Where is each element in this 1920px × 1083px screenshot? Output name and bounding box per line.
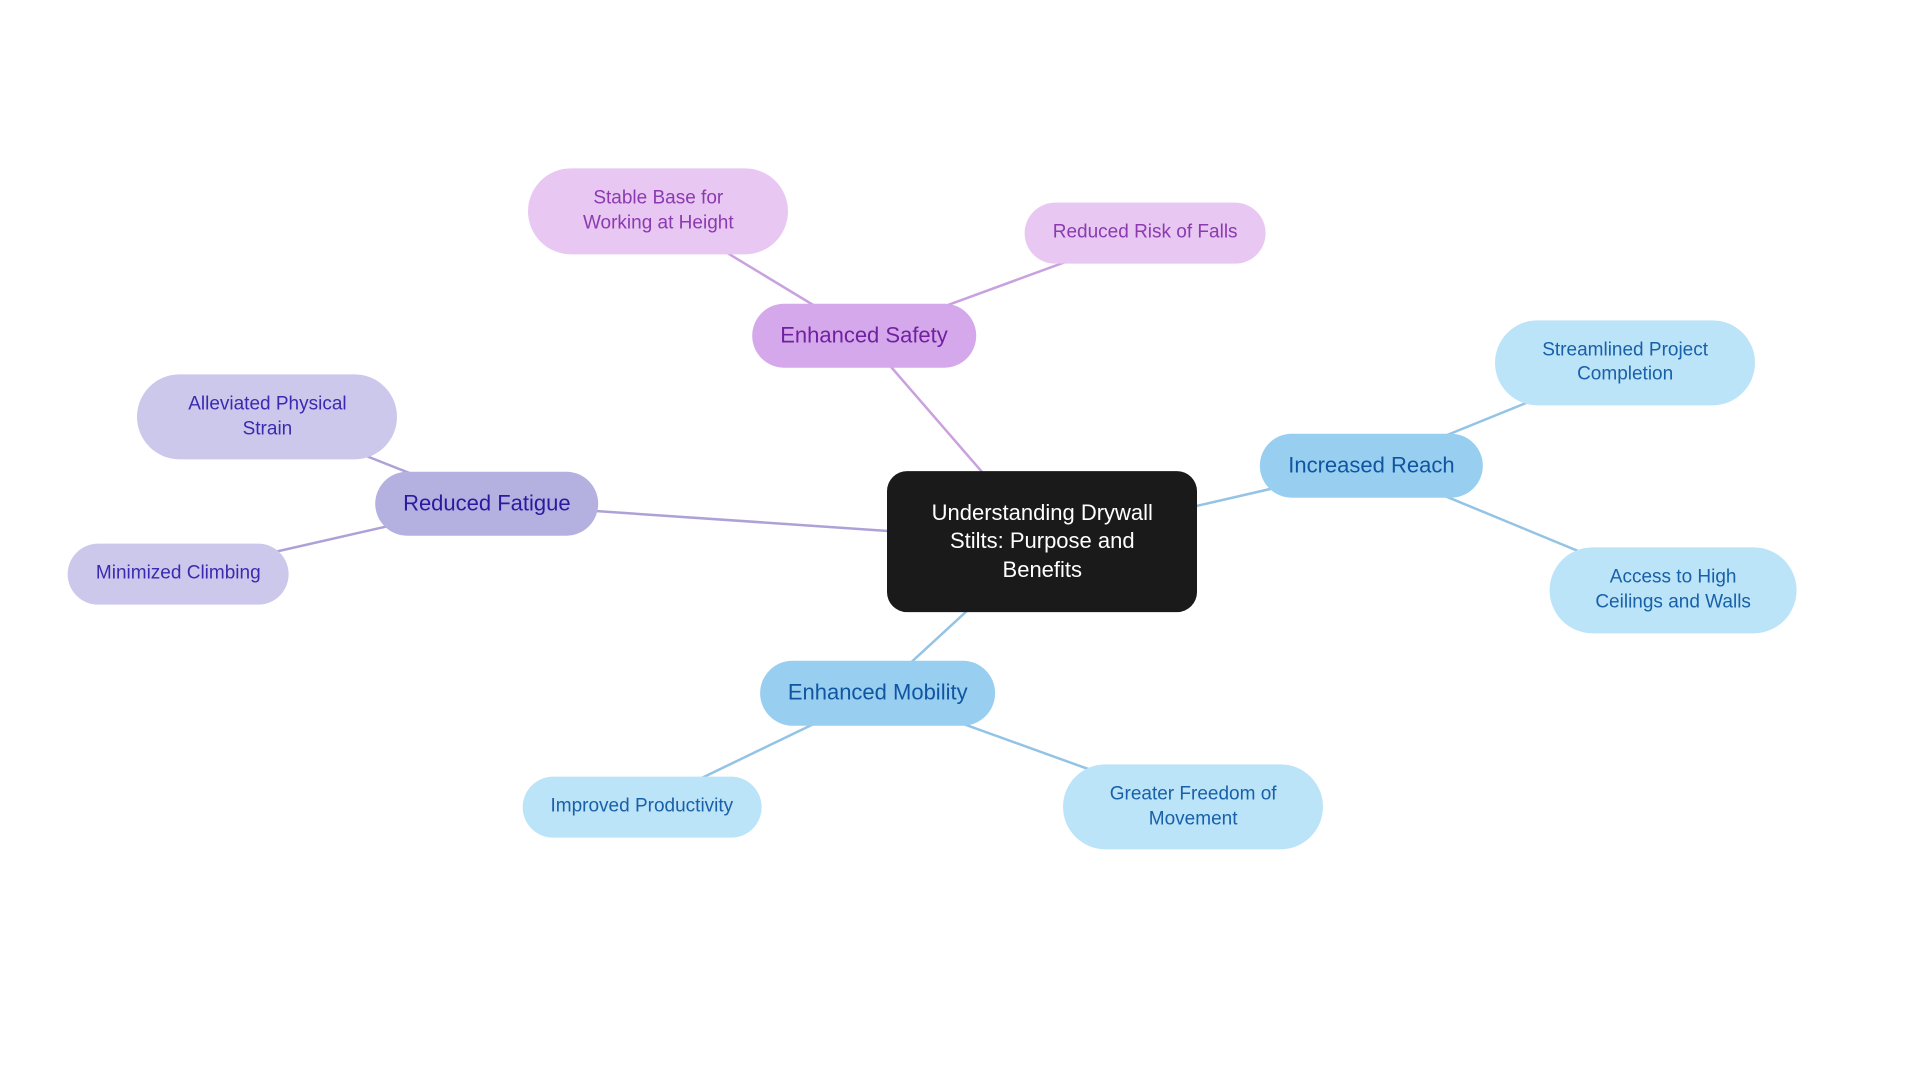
streamlined-node: Streamlined Project Completion xyxy=(1495,320,1755,405)
access-high-node: Access to High Ceilings and Walls xyxy=(1550,548,1797,633)
alleviated-strain-node: Alleviated Physical Strain xyxy=(137,374,397,459)
stable-base-node: Stable Base for Working at Height xyxy=(528,168,788,253)
reduced-risk-node: Reduced Risk of Falls xyxy=(1025,203,1266,264)
enhanced-safety-node: Enhanced Safety xyxy=(752,303,976,368)
increased-reach-node: Increased Reach xyxy=(1260,433,1482,498)
minimized-climbing-node: Minimized Climbing xyxy=(68,544,289,605)
reduced-fatigue-node: Reduced Fatigue xyxy=(375,471,599,536)
improved-productivity-node: Improved Productivity xyxy=(522,776,761,837)
enhanced-mobility-node: Enhanced Mobility xyxy=(760,661,996,726)
greater-freedom-node: Greater Freedom of Movement xyxy=(1063,764,1323,849)
mind-map: Understanding Drywall Stilts: Purpose an… xyxy=(0,0,1920,1083)
center-node: Understanding Drywall Stilts: Purpose an… xyxy=(887,471,1197,613)
